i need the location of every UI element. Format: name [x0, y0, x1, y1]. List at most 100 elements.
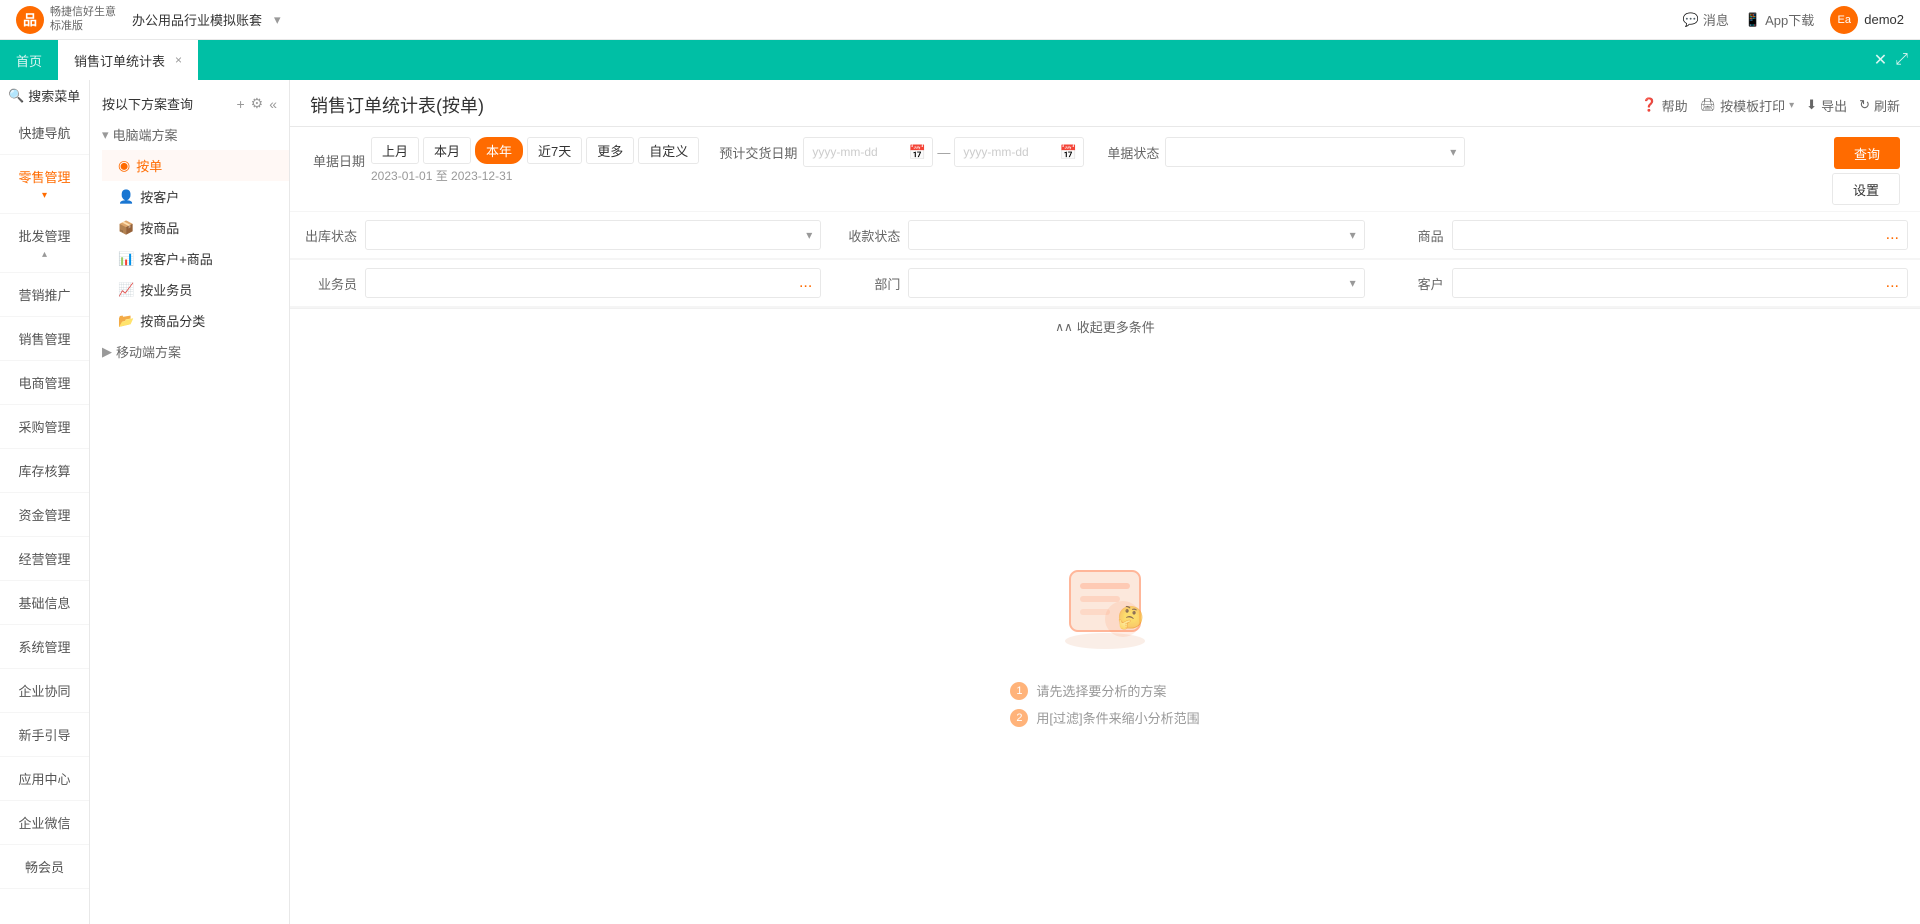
- collapse-divider: ∧∧ 收起更多条件: [290, 308, 1920, 344]
- sidebar-item-system[interactable]: 系统管理: [0, 625, 89, 669]
- message-button[interactable]: 💬 消息: [1683, 10, 1729, 29]
- app-title: 办公用品行业模拟账套: [132, 10, 262, 29]
- close-tab-icon[interactable]: ×: [175, 53, 182, 67]
- department-label: 部门: [845, 274, 900, 293]
- salesperson-field[interactable]: ...: [365, 268, 821, 298]
- sidebar-item-quick-nav[interactable]: 快捷导航: [0, 111, 89, 155]
- expected-date-to[interactable]: yyyy-mm-dd 📅: [954, 137, 1084, 167]
- department-cell: 部门 ▾: [833, 260, 1376, 307]
- sidebar-item-wechat[interactable]: 企业微信: [0, 801, 89, 845]
- customer-field[interactable]: ...: [1452, 268, 1908, 298]
- tab-sales-order-stats[interactable]: 销售订单统计表 ×: [58, 40, 198, 80]
- tree-cp-icon: 📊: [118, 251, 134, 267]
- sidebar-search[interactable]: 🔍 搜索菜单: [0, 80, 89, 111]
- sidebar-item-newbie[interactable]: 新手引导: [0, 713, 89, 757]
- refresh-icon: ↻: [1859, 97, 1870, 113]
- collapse-button[interactable]: ∧∧ 收起更多条件: [1047, 309, 1163, 344]
- sidebar-item-wholesale[interactable]: 批发管理 ▴: [0, 214, 89, 273]
- close-window-icon[interactable]: ✕: [1874, 50, 1887, 70]
- status-select[interactable]: ▾: [1165, 137, 1465, 167]
- sidebar-item-sales[interactable]: 销售管理: [0, 317, 89, 361]
- expected-date-label: 预计交货日期: [719, 143, 797, 162]
- help-icon: ❓: [1641, 97, 1657, 113]
- date-separator: —: [937, 145, 950, 160]
- help-button[interactable]: ❓ 帮助: [1641, 96, 1687, 115]
- sidebar-item-purchase[interactable]: 采购管理: [0, 405, 89, 449]
- sidebar-item-enterprise[interactable]: 企业协同: [0, 669, 89, 713]
- date-range-text: 2023-01-01 至 2023-12-31: [371, 167, 699, 184]
- sidebar-item-operations[interactable]: 经营管理: [0, 537, 89, 581]
- sidebar-item-inventory[interactable]: 库存核算: [0, 449, 89, 493]
- date-btn-this-month[interactable]: 本月: [423, 137, 471, 164]
- tree-product-icon: 📦: [118, 220, 134, 236]
- template-print-button[interactable]: 🖨 按模板打印 ▾: [1700, 96, 1795, 115]
- settings-scheme-icon[interactable]: ⚙: [251, 95, 264, 112]
- query-button[interactable]: 查询: [1834, 137, 1900, 169]
- salesperson-input: ...: [365, 268, 821, 298]
- customer-ellipsis-icon[interactable]: ...: [1886, 274, 1899, 292]
- collapse-panel-icon[interactable]: «: [269, 96, 277, 112]
- user-name: demo2: [1864, 12, 1904, 27]
- page-header-actions: ❓ 帮助 🖨 按模板打印 ▾ ⬇ 导出 ↻ 刷新: [1641, 96, 1900, 115]
- add-scheme-icon[interactable]: +: [236, 96, 244, 112]
- tree-category-pc[interactable]: ▾ 电脑端方案: [90, 119, 289, 150]
- title-dropdown-icon[interactable]: ▾: [274, 12, 281, 28]
- wholesale-expand-icon: ▴: [42, 249, 47, 260]
- settings-button[interactable]: 设置: [1832, 173, 1900, 205]
- user-avatar: Ea: [1830, 6, 1858, 34]
- tree-item-by-product[interactable]: 📦 按商品: [102, 212, 289, 243]
- tree-item-by-salesperson[interactable]: 📈 按业务员: [102, 274, 289, 305]
- filter-section: 单据日期 上月 本月 本年 近7天 更多 自定义 2023-01-01 至 20…: [290, 127, 1920, 344]
- nav-tab-right-actions: ✕ ⤢: [1874, 50, 1920, 70]
- date-btn-7days[interactable]: 近7天: [527, 137, 582, 164]
- calendar-from-icon: 📅: [909, 144, 926, 161]
- tree-item-by-order[interactable]: ◉ 按单: [102, 150, 289, 181]
- delivery-status-select[interactable]: ▾: [365, 220, 821, 250]
- goods-cell: 商品 ...: [1377, 212, 1920, 259]
- app-download-button[interactable]: 📱 App下载: [1745, 10, 1814, 29]
- delivery-chevron-icon: ▾: [806, 228, 812, 242]
- payment-status-input: ▾: [908, 220, 1364, 250]
- download-icon: 📱: [1745, 12, 1761, 28]
- tree-children-pc: ◉ 按单 👤 按客户 📦 按商品 📊 按客户+商品 📈 按业务员 📂 按商: [90, 150, 289, 336]
- export-icon: ⬇: [1806, 97, 1817, 113]
- tree-item-by-customer-product[interactable]: 📊 按客户+商品: [102, 243, 289, 274]
- left-panel-header: 按以下方案查询 + ⚙ «: [90, 88, 289, 119]
- salesperson-ellipsis-icon[interactable]: ...: [799, 274, 812, 292]
- delivery-status-input: ▾: [365, 220, 821, 250]
- logo-icon: 品: [16, 6, 44, 34]
- goods-ellipsis-icon[interactable]: ...: [1886, 226, 1899, 244]
- sidebar-item-retail[interactable]: 零售管理 ▾: [0, 155, 89, 214]
- payment-status-label: 收款状态: [845, 226, 900, 245]
- retail-expand-icon: ▾: [42, 190, 47, 201]
- date-btn-custom[interactable]: 自定义: [638, 137, 699, 164]
- tree-mobile-expand-icon: ▶: [102, 344, 112, 360]
- payment-chevron-icon: ▾: [1350, 228, 1356, 242]
- sidebar-item-basics[interactable]: 基础信息: [0, 581, 89, 625]
- tree-order-icon: ◉: [118, 157, 130, 174]
- tree-item-by-category[interactable]: 📂 按商品分类: [102, 305, 289, 336]
- expected-date-from[interactable]: yyyy-mm-dd 📅: [803, 137, 933, 167]
- sidebar-item-members[interactable]: 畅会员: [0, 845, 89, 889]
- sidebar-item-marketing[interactable]: 营销推广: [0, 273, 89, 317]
- date-btn-this-year[interactable]: 本年: [475, 137, 523, 164]
- tip-num-1: 1: [1010, 682, 1028, 700]
- sidebar-item-ecommerce[interactable]: 电商管理: [0, 361, 89, 405]
- tree-item-by-customer[interactable]: 👤 按客户: [102, 181, 289, 212]
- user-profile[interactable]: Ea demo2: [1830, 6, 1904, 34]
- top-bar-left: 品 畅捷信好生意 标准版 办公用品行业模拟账套 ▾: [16, 6, 281, 34]
- date-btn-last-month[interactable]: 上月: [371, 137, 419, 164]
- logo-text: 畅捷信好生意 标准版: [50, 6, 116, 32]
- date-btn-more[interactable]: 更多: [586, 137, 634, 164]
- export-button[interactable]: ⬇ 导出: [1806, 96, 1847, 115]
- payment-status-select[interactable]: ▾: [908, 220, 1364, 250]
- tab-home[interactable]: 首页: [0, 40, 58, 80]
- tree-category-mobile[interactable]: ▶ 移动端方案: [90, 336, 289, 367]
- refresh-button[interactable]: ↻ 刷新: [1859, 96, 1900, 115]
- sidebar: 🔍 搜索菜单 快捷导航 零售管理 ▾ 批发管理 ▴ 营销推广 销售管理 电商管理…: [0, 80, 90, 924]
- maximize-window-icon[interactable]: ⤢: [1895, 51, 1908, 69]
- sidebar-item-app-center[interactable]: 应用中心: [0, 757, 89, 801]
- sidebar-item-finance[interactable]: 资金管理: [0, 493, 89, 537]
- goods-field[interactable]: ...: [1452, 220, 1908, 250]
- department-select[interactable]: ▾: [908, 268, 1364, 298]
